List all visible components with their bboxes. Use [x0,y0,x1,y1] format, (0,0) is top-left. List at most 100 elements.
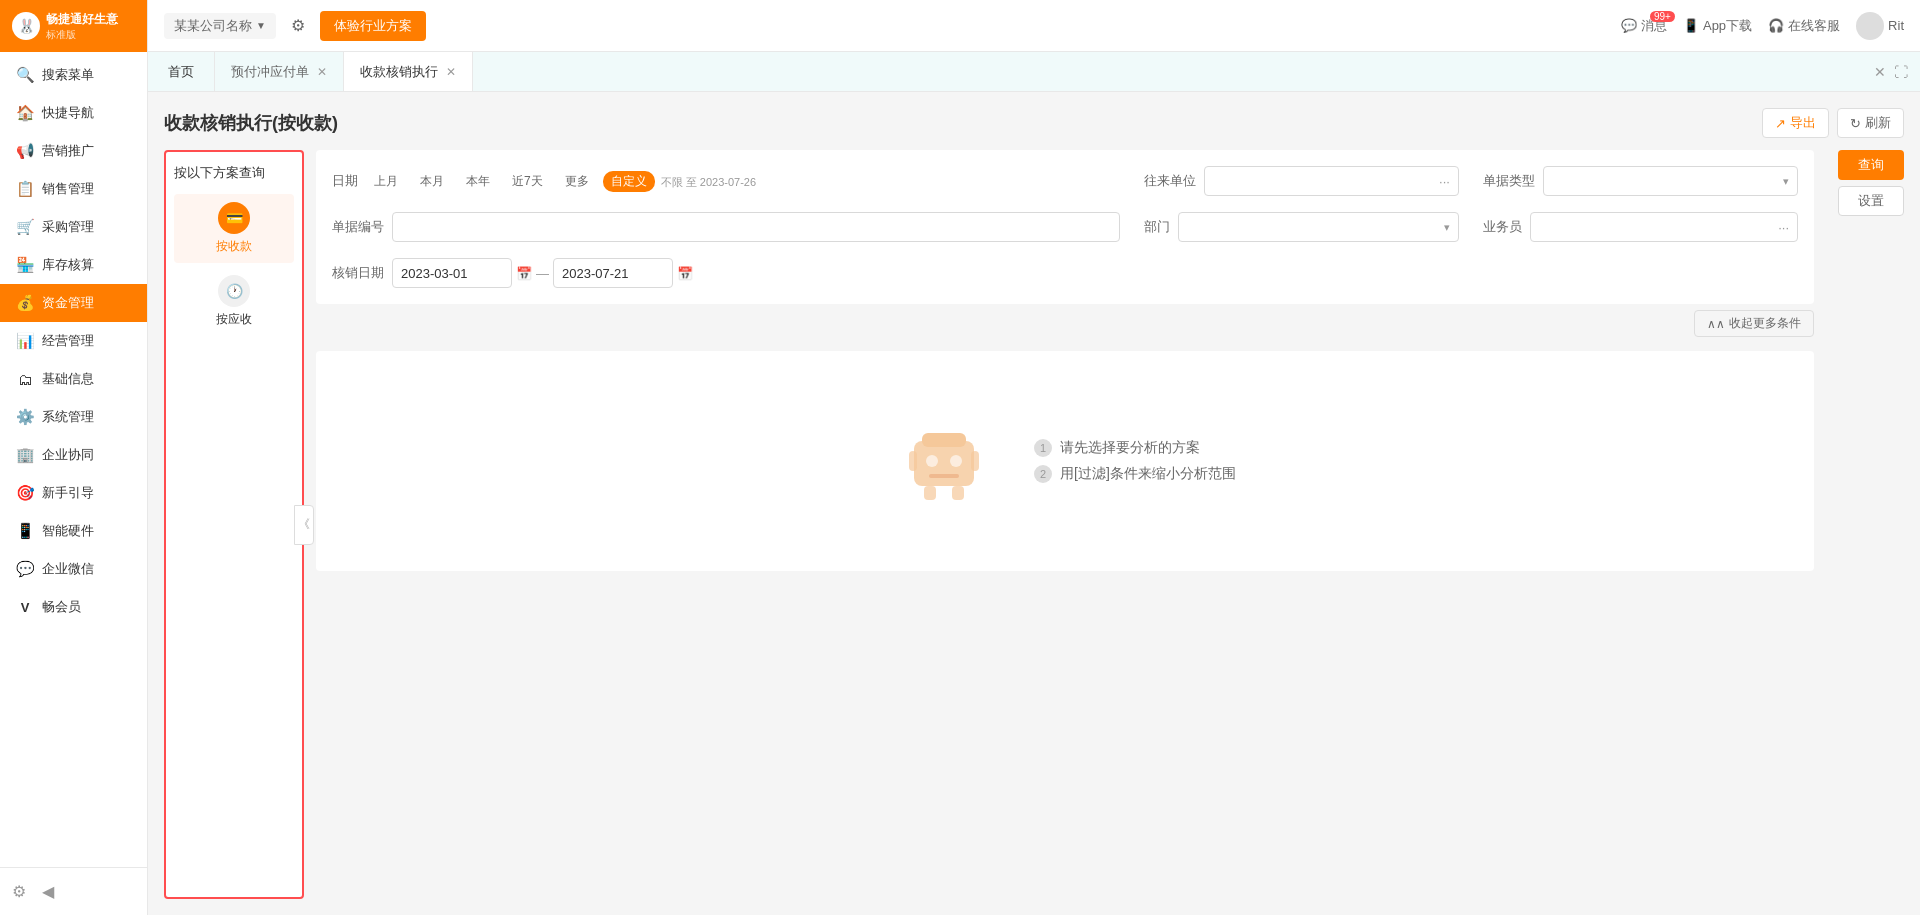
sidebar-item-label: 企业微信 [42,560,94,578]
company-selector[interactable]: 某某公司名称 ▼ [164,13,276,39]
sidebar-item-label: 经营管理 [42,332,94,350]
tab-home[interactable]: 首页 [148,52,215,91]
page-actions: ↗ 导出 ↻ 刷新 [1762,108,1904,138]
date-btn-more[interactable]: 更多 [557,171,597,192]
hardware-icon: 📱 [16,522,34,540]
wechat-icon: 💬 [16,560,34,578]
sidebar-item-label: 基础信息 [42,370,94,388]
staff-input[interactable]: ··· [1530,212,1798,242]
doc-number-label: 单据编号 [332,218,384,236]
form-row-2: 单据编号 部门 ▾ [332,212,1798,242]
filter-option-by-collection[interactable]: 💳 按收款 [174,194,294,263]
query-area: 日期 上月 本月 本年 近7天 更多 自定义 [316,150,1904,899]
refresh-button[interactable]: ↻ 刷新 [1837,108,1904,138]
tab-prepay[interactable]: 预付冲应付单 ✕ [215,52,344,91]
page-title: 收款核销执行(按收款) [164,111,338,135]
tab-collection[interactable]: 收款核销执行 ✕ [344,52,473,91]
message-icon: 💬 [1621,18,1637,33]
sidebar-item-finance[interactable]: 💰 资金管理 [0,284,147,322]
purchase-icon: 🛒 [16,218,34,236]
sidebar-item-label: 新手引导 [42,484,94,502]
sales-icon: 📋 [16,180,34,198]
online-service-button[interactable]: 🎧 在线客服 [1768,17,1840,35]
collapse-more-button[interactable]: ∧∧ 收起更多条件 [1694,310,1814,337]
app-download-button[interactable]: 📱 App下载 [1683,17,1752,35]
date-btn-custom[interactable]: 自定义 [603,171,655,192]
sidebar-item-purchase[interactable]: 🛒 采购管理 [0,208,147,246]
doc-type-field: 单据类型 ▾ [1483,166,1798,196]
sidebar-item-inventory[interactable]: 🏪 库存核算 [0,246,147,284]
refresh-icon: ↻ [1850,116,1861,131]
dept-field: 部门 ▾ [1144,212,1459,242]
sidebar-item-operations[interactable]: 📊 经营管理 [0,322,147,360]
date-btn-this-month[interactable]: 本月 [412,171,452,192]
filter-receivable-label: 按应收 [216,311,252,328]
sidebar-item-sales[interactable]: 📋 销售管理 [0,170,147,208]
sidebar-item-system[interactable]: ⚙️ 系统管理 [0,398,147,436]
industry-solution-button[interactable]: 体验行业方案 [320,11,426,41]
message-button[interactable]: 💬 消息 99+ [1621,17,1667,35]
sidebar-item-member[interactable]: V 畅会员 [0,588,147,626]
sidebar-item-wechat[interactable]: 💬 企业微信 [0,550,147,588]
sidebar-item-label: 库存核算 [42,256,94,274]
verify-date-end-input[interactable] [553,258,673,288]
logo-icon: 🐰 [12,12,40,40]
settings-bottom-icon[interactable]: ⚙ [12,882,26,901]
sidebar-item-basic[interactable]: 🗂 基础信息 [0,360,147,398]
basic-icon: 🗂 [16,370,34,388]
svg-rect-4 [929,474,959,478]
doc-type-select[interactable]: ▾ [1543,166,1798,196]
sidebar-item-search[interactable]: 🔍 搜索菜单 [0,56,147,94]
sidebar-item-hardware[interactable]: 📱 智能硬件 [0,512,147,550]
date-filters: 上月 本月 本年 近7天 更多 自定义 不限 至 2023-07-26 [366,171,1120,192]
date-btn-7days[interactable]: 近7天 [504,171,551,192]
topbar-left: 某某公司名称 ▼ ⚙ 体验行业方案 [164,11,1609,41]
sidebar-item-label: 企业协同 [42,446,94,464]
sidebar-item-label: 畅会员 [42,598,81,616]
sidebar-item-label: 销售管理 [42,180,94,198]
setting-button[interactable]: 设置 [1838,186,1904,216]
verify-date-field: 核销日期 📅 — 📅 [332,258,1120,288]
dept-select[interactable]: ▾ [1178,212,1459,242]
sidebar-item-label: 系统管理 [42,408,94,426]
collapse-icon: 《 [298,516,310,533]
tab-prepay-close-icon[interactable]: ✕ [317,65,327,79]
tab-collection-close-icon[interactable]: ✕ [446,65,456,79]
filter-option-by-receivable[interactable]: 🕐 按应收 [174,267,294,336]
topbar-settings-button[interactable]: ⚙ [284,12,312,40]
sidebar-item-label: 资金管理 [42,294,94,312]
home-icon: 🏠 [16,104,34,122]
search-button[interactable]: 查询 [1838,150,1904,180]
sidebar-item-label: 智能硬件 [42,522,94,540]
date-btn-this-year[interactable]: 本年 [458,171,498,192]
tab-prepay-label: 预付冲应付单 [231,63,309,81]
partner-input[interactable]: ··· [1204,166,1459,196]
expand-tab-icon[interactable]: ⛶ [1894,64,1908,80]
form-row-1: 日期 上月 本月 本年 近7天 更多 自定义 [332,166,1798,196]
sidebar-item-marketing[interactable]: 📢 营销推广 [0,132,147,170]
page-header: 收款核销执行(按收款) ↗ 导出 ↻ 刷新 [164,108,1904,138]
filter-panel-title: 按以下方案查询 [174,164,294,182]
sidebar-item-enterprise[interactable]: 🏢 企业协同 [0,436,147,474]
user-name: Rit [1888,18,1904,33]
select-arrow-icon: ▾ [1783,175,1789,188]
close-tab-icon[interactable]: ✕ [1874,64,1886,80]
doc-number-input[interactable] [392,212,1120,242]
sidebar-item-quick[interactable]: 🏠 快捷导航 [0,94,147,132]
date-btn-last-month[interactable]: 上月 [366,171,406,192]
calendar-start-icon[interactable]: 📅 [516,266,532,281]
export-button[interactable]: ↗ 导出 [1762,108,1829,138]
logo-text: 畅捷通好生意 标准版 [46,11,118,42]
filter-panel-collapse-button[interactable]: 《 [294,505,314,545]
sidebar-item-guide[interactable]: 🎯 新手引导 [0,474,147,512]
topbar: 某某公司名称 ▼ ⚙ 体验行业方案 💬 消息 99+ 📱 App下载 🎧 在线客… [148,0,1920,52]
calendar-end-icon[interactable]: 📅 [677,266,693,281]
user-profile[interactable]: Rit [1856,12,1904,40]
collapse-sidebar-icon[interactable]: ◀ [42,882,54,901]
sidebar-item-label: 快捷导航 [42,104,94,122]
empty-state: 1 请先选择要分析的方案 2 用[过滤]条件来缩小分析范围 [894,411,1236,511]
staff-label: 业务员 [1483,218,1522,236]
verify-date-start-input[interactable] [392,258,512,288]
search-actions: 查询 设置 [1826,150,1904,216]
page-content: 收款核销执行(按收款) ↗ 导出 ↻ 刷新 按以下方案查询 💳 按收款 [148,92,1920,915]
